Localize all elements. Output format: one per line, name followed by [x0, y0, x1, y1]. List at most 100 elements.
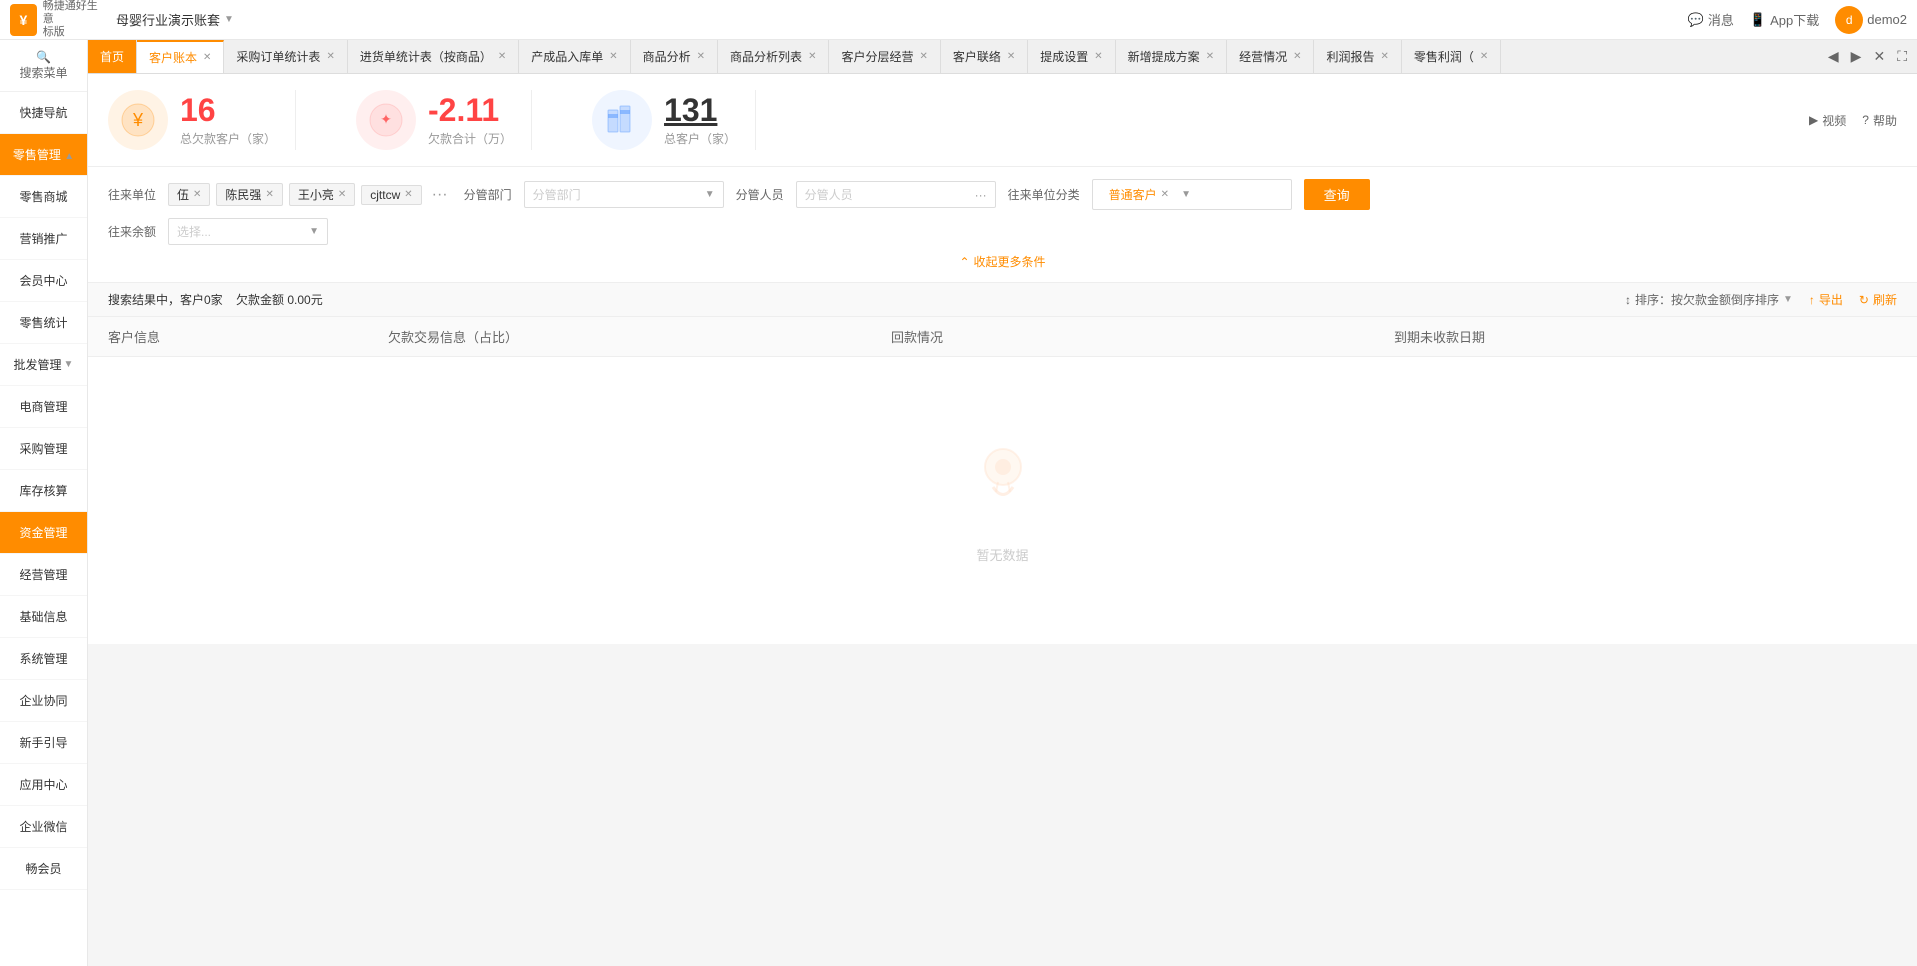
tag-remove-wang[interactable]: ✕ [338, 189, 346, 200]
tab-close-icon[interactable]: ✕ [1206, 51, 1214, 62]
tag-remove-cjttcw[interactable]: ✕ [404, 189, 412, 200]
sidebar-item-retail-stats[interactable]: 零售统计 [0, 302, 87, 344]
avatar: d [1835, 6, 1863, 34]
tab-close-icon[interactable]: ✕ [203, 52, 211, 63]
unit-class-label: 往来单位分类 [1008, 186, 1080, 203]
tag-remove-wu[interactable]: ✕ [193, 189, 201, 200]
company-selector[interactable]: 母婴行业演示账套 ▼ [116, 10, 234, 29]
sidebar-item-basics[interactable]: 基础信息 [0, 596, 87, 638]
sidebar-item-newbie[interactable]: 新手引导 [0, 722, 87, 764]
sidebar-search[interactable]: 🔍 搜索菜单 [0, 40, 87, 92]
sidebar-quick-nav[interactable]: 快捷导航 [0, 92, 87, 134]
balance-chevron-icon: ▼ [309, 226, 319, 237]
tab-purchase-order-stats[interactable]: 采购订单统计表 ✕ [224, 40, 347, 74]
sidebar-item-retail-mgmt[interactable]: 零售管理 ▲ [0, 134, 87, 176]
tab-close-icon[interactable]: ✕ [1480, 51, 1488, 62]
filter-tag-wang: 王小亮 ✕ [289, 183, 355, 206]
sort-select[interactable]: ↕ 排序：按欠款金额倒序排序 ▼ [1625, 291, 1793, 308]
app-download-btn[interactable]: 📱 App下载 [1750, 10, 1819, 29]
filter-tags-unit: 伍 ✕ 陈民强 ✕ 王小亮 ✕ cjttcw ✕ [168, 183, 452, 206]
tab-customer-tier[interactable]: 客户分层经营 ✕ [829, 40, 940, 74]
export-btn[interactable]: ↑ 导出 [1809, 291, 1843, 308]
customers-owed-icon: ¥ [108, 90, 168, 150]
dept-select[interactable]: 分管部门 ▼ [524, 181, 724, 208]
tab-close-icon[interactable]: ✕ [1094, 51, 1102, 62]
sidebar-item-inventory[interactable]: 库存核算 [0, 470, 87, 512]
tab-operations[interactable]: 经营情况 ✕ [1227, 40, 1314, 74]
filter-more-btn[interactable]: ··· [428, 186, 452, 204]
refresh-icon: ↻ [1859, 293, 1869, 307]
user-area[interactable]: d demo2 [1835, 6, 1907, 34]
chevron-down-icon: ▼ [64, 359, 74, 370]
tab-close-icon[interactable]: ✕ [1381, 51, 1389, 62]
tab-profit-report[interactable]: 利润报告 ✕ [1314, 40, 1401, 74]
tab-customer-ledger[interactable]: 客户账本 ✕ [137, 40, 224, 74]
sidebar-item-ecommerce[interactable]: 电商管理 [0, 386, 87, 428]
tab-retail-profit[interactable]: 零售利润（ ✕ [1402, 40, 1501, 74]
tab-home[interactable]: 首页 [88, 40, 137, 74]
page-content: ¥ 16 总欠款客户（家） ✦ [88, 74, 1917, 966]
top-header: ¥ 畅捷通好生意 标版 母婴行业演示账套 ▼ 💬 消息 📱 App下载 d de… [0, 0, 1917, 40]
customers-owed-label: 总欠款客户（家） [180, 130, 276, 147]
mobile-icon: 📱 [1750, 12, 1766, 28]
tab-product-analysis-list[interactable]: 商品分析列表 ✕ [718, 40, 829, 74]
logo-area: ¥ 畅捷通好生意 标版 [10, 0, 98, 39]
tab-nav-buttons: ◀ ▶ ✕ ⛶ [1818, 46, 1917, 67]
sidebar-item-system[interactable]: 系统管理 [0, 638, 87, 680]
tab-close-icon[interactable]: ✕ [326, 51, 334, 62]
tab-finished-goods[interactable]: 产成品入库单 ✕ [519, 40, 630, 74]
help-btn[interactable]: ? 帮助 [1862, 112, 1897, 129]
sidebar-item-member[interactable]: 会员中心 [0, 260, 87, 302]
message-btn[interactable]: 💬 消息 [1688, 10, 1734, 29]
tab-commission-settings[interactable]: 提成设置 ✕ [1028, 40, 1115, 74]
logo-icon: ¥ [10, 4, 37, 36]
sidebar-item-finance[interactable]: 资金管理 [0, 512, 87, 554]
unit-filter-label: 往来单位 [108, 186, 156, 203]
col-customer-info: 客户信息 [108, 327, 388, 346]
help-icon: ? [1862, 113, 1869, 127]
message-icon: 💬 [1688, 12, 1704, 28]
tab-close-icon[interactable]: ✕ [919, 51, 927, 62]
tab-add-commission[interactable]: 新增提成方案 ✕ [1116, 40, 1227, 74]
tab-expand-btn[interactable]: ⛶ [1893, 46, 1911, 67]
sidebar-item-purchase[interactable]: 采购管理 [0, 428, 87, 470]
sidebar-item-retail-store[interactable]: 零售商城 [0, 176, 87, 218]
tab-customer-contact[interactable]: 客户联络 ✕ [941, 40, 1028, 74]
content-area: 首页 客户账本 ✕ 采购订单统计表 ✕ 进货单统计表（按商品） ✕ 产成品入库单… [88, 40, 1917, 966]
col-owed-info: 欠款交易信息（占比） [388, 327, 891, 346]
tab-close-icon[interactable]: ✕ [808, 51, 816, 62]
tab-close-icon[interactable]: ✕ [498, 51, 506, 62]
tab-prev-btn[interactable]: ◀ [1824, 46, 1843, 67]
filter-collapse-btn[interactable]: ⌃ 收起更多条件 [108, 253, 1897, 270]
logo-text: 畅捷通好生意 标版 [43, 0, 98, 39]
sidebar-item-wechat[interactable]: 企业微信 [0, 806, 87, 848]
tab-close-icon[interactable]: ✕ [609, 51, 617, 62]
header-right: 💬 消息 📱 App下载 d demo2 [1688, 6, 1907, 34]
tab-close-icon[interactable]: ✕ [1007, 51, 1015, 62]
stat-card-total-customers: 131 总客户（家） [552, 90, 776, 150]
unit-class-tag-remove[interactable]: ✕ [1161, 189, 1169, 200]
query-button[interactable]: 查询 [1304, 179, 1370, 210]
tab-product-analysis[interactable]: 商品分析 ✕ [631, 40, 718, 74]
svg-text:✦: ✦ [380, 111, 392, 127]
refresh-btn[interactable]: ↻ 刷新 [1859, 291, 1897, 308]
sidebar-item-app-center[interactable]: 应用中心 [0, 764, 87, 806]
sidebar-item-wholesale[interactable]: 批发管理 ▼ [0, 344, 87, 386]
filter-tag-cjttcw: cjttcw ✕ [361, 185, 421, 205]
tab-close-icon[interactable]: ✕ [1293, 51, 1301, 62]
sidebar-item-vip[interactable]: 畅会员 [0, 848, 87, 890]
video-btn[interactable]: ▶ 视频 [1809, 112, 1846, 129]
tab-next-btn[interactable]: ▶ [1847, 46, 1866, 67]
tab-close-icon[interactable]: ✕ [697, 51, 705, 62]
tag-remove-chen[interactable]: ✕ [265, 189, 273, 200]
chevron-up-icon: ⌃ [959, 255, 969, 269]
balance-select[interactable]: 选择... ▼ [168, 218, 328, 245]
tab-stock-stats-by-product[interactable]: 进货单统计表（按商品） ✕ [348, 40, 519, 74]
sidebar-item-marketing[interactable]: 营销推广 [0, 218, 87, 260]
sidebar-item-collab[interactable]: 企业协同 [0, 680, 87, 722]
sidebar-item-operations[interactable]: 经营管理 [0, 554, 87, 596]
filter-row-2: 往来余额 选择... ▼ [108, 218, 1897, 245]
tab-close-all-btn[interactable]: ✕ [1869, 46, 1889, 67]
unit-class-select[interactable]: 普通客户 ✕ ▼ [1092, 179, 1292, 210]
person-select[interactable]: 分管人员 ··· [796, 181, 996, 208]
